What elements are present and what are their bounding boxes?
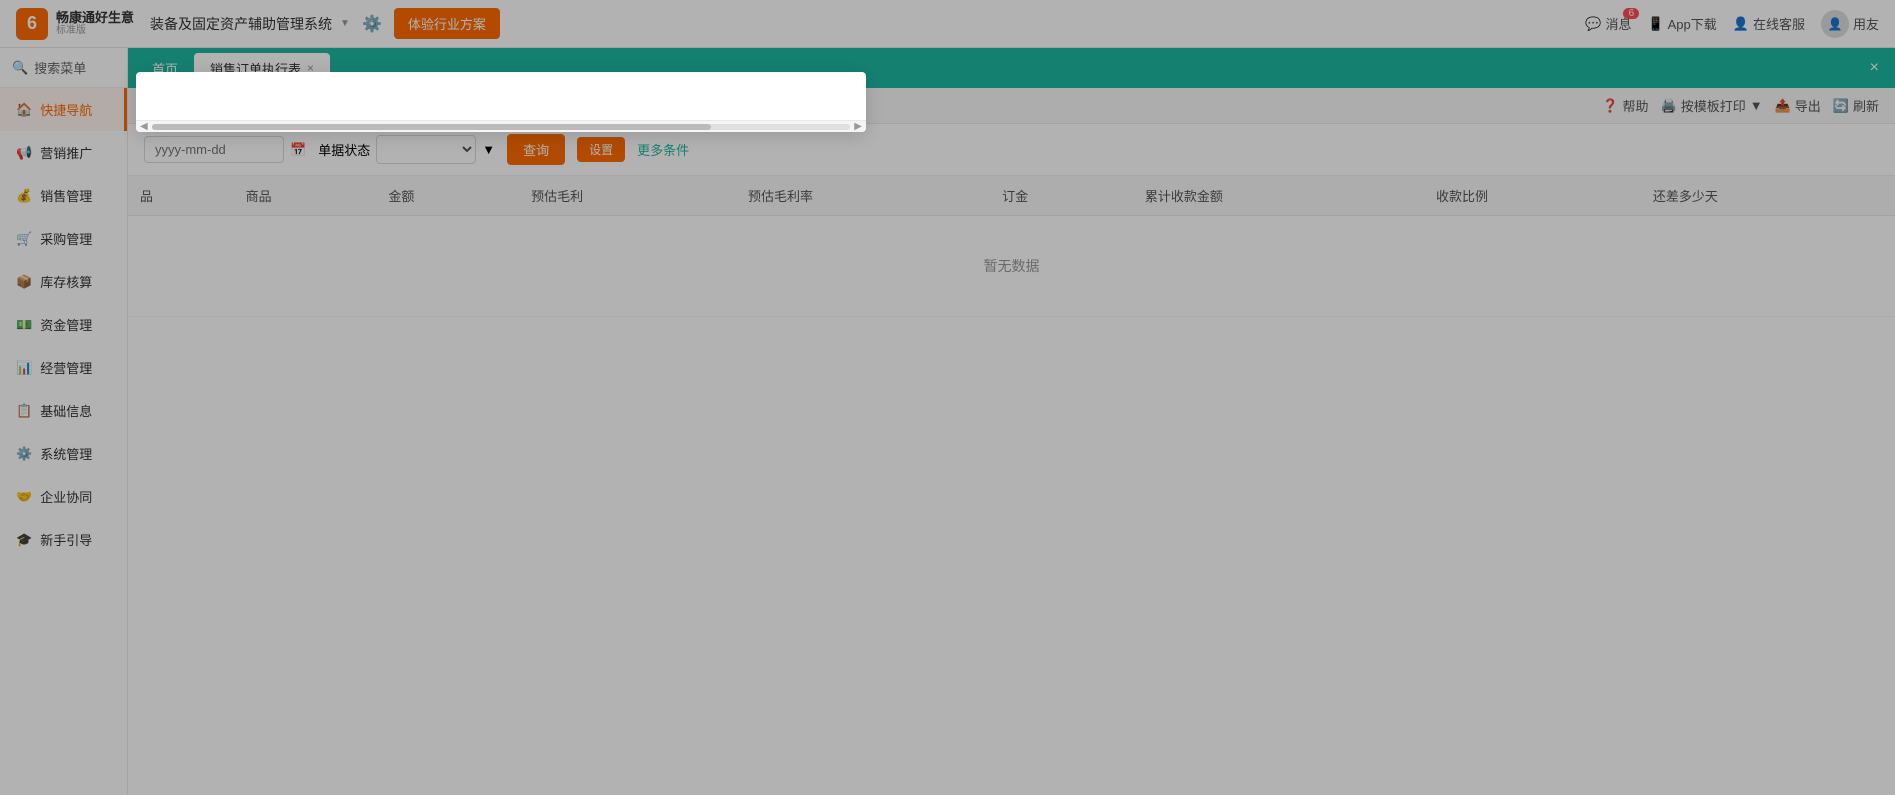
modal-overlay: 📋 进货订单 ▶ 📄 进货单 ◀ <box>0 0 1895 795</box>
scrollbar-right-arrow[interactable]: ▶ <box>854 121 862 132</box>
scrollbar-track[interactable] <box>152 124 851 130</box>
modal-content: 📋 进货订单 ▶ 📄 进货单 ◀ <box>136 72 866 120</box>
quick-nav-modal: 📋 进货订单 ▶ 📄 进货单 ◀ <box>136 72 866 132</box>
scrollbar-left-arrow[interactable]: ◀ <box>140 121 148 132</box>
scrollbar-thumb[interactable] <box>152 124 711 130</box>
modal-scrollbar[interactable]: ◀ ▶ <box>136 120 866 132</box>
